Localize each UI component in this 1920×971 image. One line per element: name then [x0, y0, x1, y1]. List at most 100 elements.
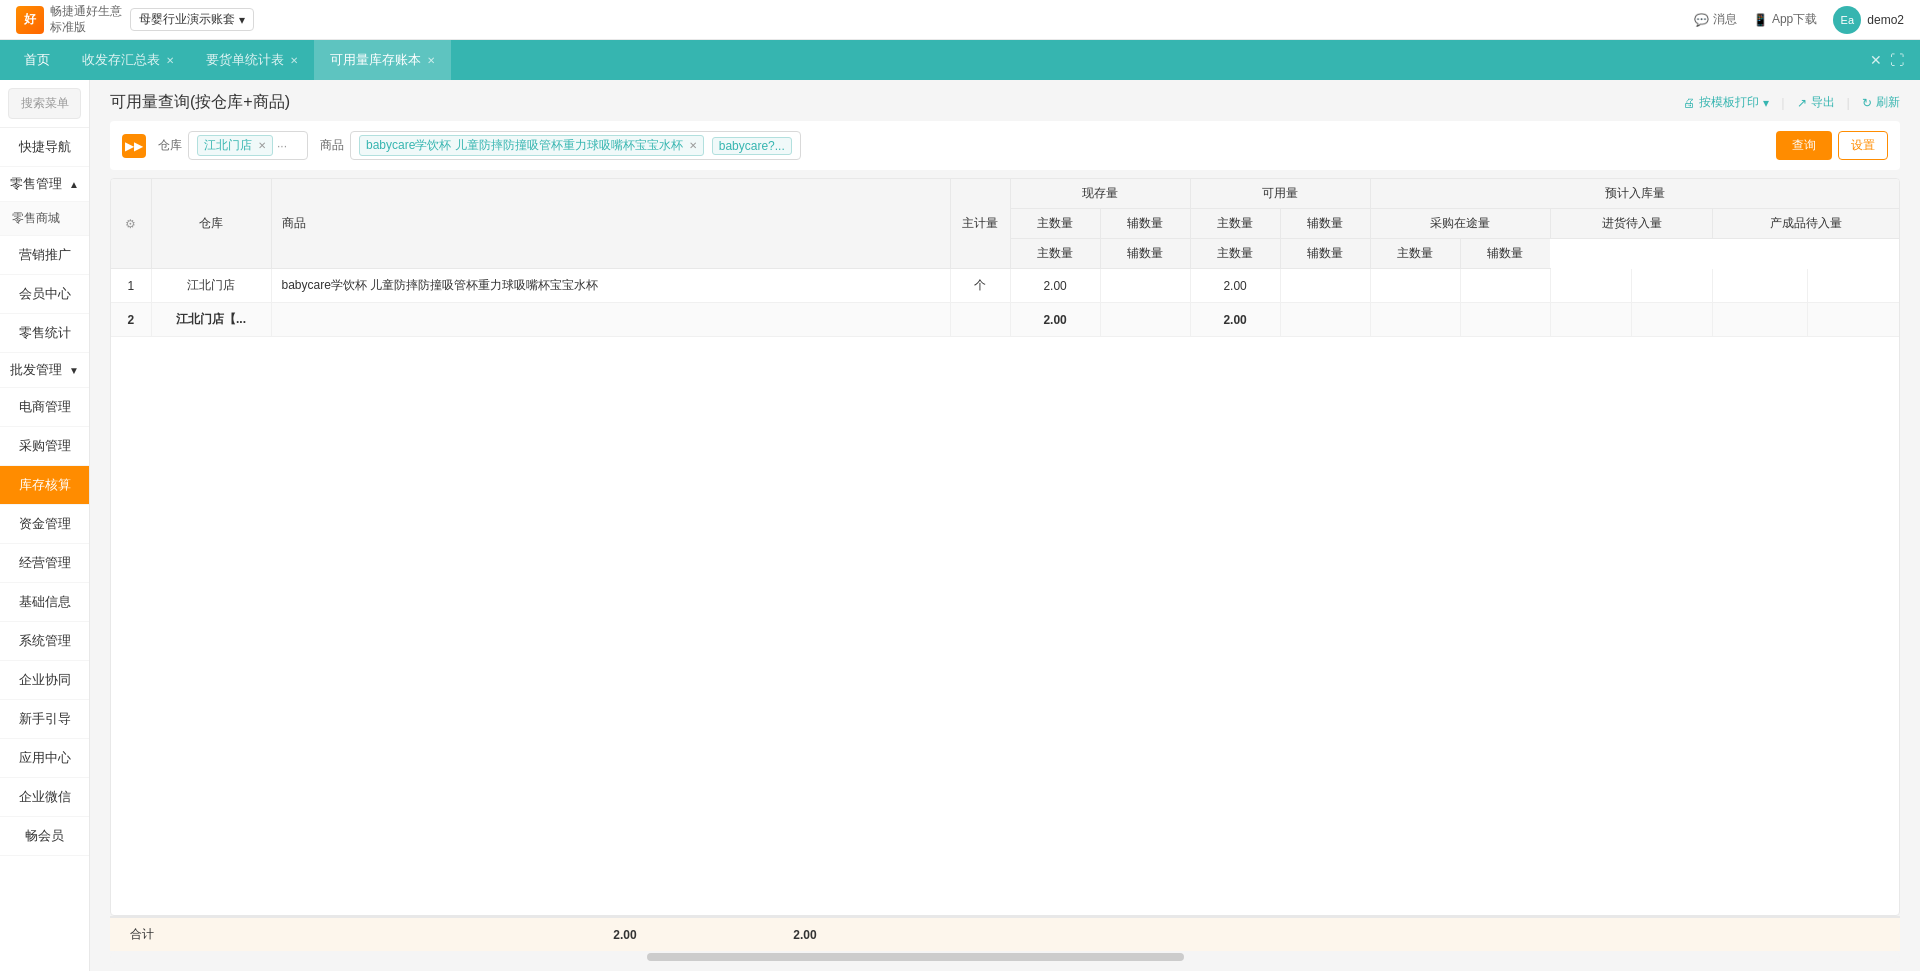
- export-btn[interactable]: ↗ 导出: [1797, 94, 1835, 111]
- sidebar-item-member[interactable]: 会员中心: [0, 275, 89, 314]
- tab-available-stock[interactable]: 可用量库存账本 ✕: [314, 40, 451, 80]
- footer-avail-main: 2.00: [760, 928, 850, 942]
- table-container: ⚙ 仓库 商品 主计量 现存量 可用量 预计入库量 主数量 辅数量 主数量 辅数…: [110, 178, 1900, 916]
- sidebar-item-system[interactable]: 系统管理: [0, 622, 89, 661]
- nav-expand-btn[interactable]: ⛶: [1890, 52, 1904, 68]
- sidebar-item-operations[interactable]: 经营管理: [0, 544, 89, 583]
- cell-warehouse: 江北门店: [151, 269, 271, 303]
- cell-pt-main: [1370, 269, 1460, 303]
- th-ip-main: 主数量: [1190, 239, 1280, 269]
- product-input[interactable]: babycare学饮杯 儿童防摔防撞吸管杯重力球吸嘴杯宝宝水杯 ✕ babyca…: [350, 131, 801, 160]
- cell-fp-aux-sub: [1807, 303, 1899, 337]
- sidebar-item-finance[interactable]: 资金管理: [0, 505, 89, 544]
- cell-pt-main-sub: [1370, 303, 1460, 337]
- expand-filter-btn[interactable]: ▶▶: [122, 134, 146, 158]
- table-footer: 合计 2.00 2.00: [110, 916, 1900, 951]
- chevron-down-icon: ▾: [239, 13, 245, 27]
- nav-close-btn[interactable]: ✕: [1870, 52, 1882, 68]
- table-row: 1 江北门店 babycare学饮杯 儿童防摔防撞吸管杯重力球吸嘴杯宝宝水杯 个…: [111, 269, 1899, 303]
- search-menu-btn[interactable]: 搜索菜单: [8, 88, 81, 119]
- cell-stock-aux-sub: [1100, 303, 1190, 337]
- more-warehouses-btn[interactable]: ···: [277, 139, 287, 153]
- industry-selector[interactable]: 母婴行业演示账套 ▾: [130, 8, 254, 31]
- warehouse-filter: 仓库 江北门店 ✕ ···: [158, 131, 308, 160]
- print-btn[interactable]: 🖨 按模板打印 ▾: [1683, 94, 1769, 111]
- logo-icon: 好: [16, 6, 44, 34]
- cell-unit-subtotal: [950, 303, 1010, 337]
- chevron-icon: ▼: [69, 365, 79, 376]
- th-available-group: 可用量: [1190, 179, 1370, 209]
- nav-actions: ✕ ⛶: [1862, 40, 1912, 80]
- nav-spacer: [451, 40, 1862, 80]
- tab-label: 要货单统计表: [206, 51, 284, 69]
- sidebar: 搜索菜单 快捷导航 零售管理 ▲ 零售商城 营销推广 会员中心 零售统计 批发管…: [0, 80, 90, 971]
- main-layout: 搜索菜单 快捷导航 零售管理 ▲ 零售商城 营销推广 会员中心 零售统计 批发管…: [0, 80, 1920, 971]
- sidebar-item-basic-info[interactable]: 基础信息: [0, 583, 89, 622]
- sidebar-item-vip[interactable]: 畅会员: [0, 817, 89, 856]
- top-bar: 好 畅捷通好生意 标准版 母婴行业演示账套 ▾ 💬 消息 📱 App下载 Ea …: [0, 0, 1920, 40]
- avatar: Ea: [1833, 6, 1861, 34]
- tab-close-receive-pay[interactable]: ✕: [166, 55, 174, 66]
- product-label: 商品: [320, 137, 344, 154]
- cell-ip-main: [1550, 269, 1631, 303]
- sidebar-item-retail-mall[interactable]: 零售商城: [0, 202, 89, 236]
- export-icon: ↗: [1797, 96, 1807, 110]
- th-ip-aux: 辅数量: [1280, 239, 1370, 269]
- horizontal-scrollbar[interactable]: [110, 951, 1900, 963]
- sidebar-item-wholesale[interactable]: 批发管理 ▼: [0, 353, 89, 388]
- sidebar-item-retail[interactable]: 零售管理 ▲: [0, 167, 89, 202]
- refresh-btn[interactable]: ↻ 刷新: [1862, 94, 1900, 111]
- sidebar-item-wechat[interactable]: 企业微信: [0, 778, 89, 817]
- th-pt-main: 主数量: [1010, 239, 1100, 269]
- cell-stock-aux: [1100, 269, 1190, 303]
- table-body: 1 江北门店 babycare学饮杯 儿童防摔防撞吸管杯重力球吸嘴杯宝宝水杯 个…: [111, 269, 1899, 337]
- th-available-aux: 辅数量: [1280, 209, 1370, 239]
- message-btn[interactable]: 💬 消息: [1694, 11, 1737, 28]
- scroll-thumb[interactable]: [647, 953, 1184, 961]
- content-area: 可用量查询(按仓库+商品) 🖨 按模板打印 ▾ | ↗ 导出 | ↻ 刷新: [90, 80, 1920, 971]
- remove-warehouse-tag[interactable]: ✕: [258, 140, 266, 151]
- sidebar-item-inventory[interactable]: 库存核算: [0, 466, 89, 505]
- th-pt-aux: 辅数量: [1100, 239, 1190, 269]
- tab-home[interactable]: 首页: [8, 40, 66, 80]
- sidebar-item-new-guide[interactable]: 新手引导: [0, 700, 89, 739]
- sidebar-item-marketing[interactable]: 营销推广: [0, 236, 89, 275]
- filter-area: ▶▶ 仓库 江北门店 ✕ ··· 商品 babycare学饮杯 儿童防摔防撞吸管…: [110, 121, 1900, 170]
- th-finished-pending: 产成品待入量: [1713, 209, 1899, 239]
- cell-avail-aux-sub: [1280, 303, 1370, 337]
- tab-close-order-stats[interactable]: ✕: [290, 55, 298, 66]
- cell-warehouse-subtotal: 江北门店【...: [151, 303, 271, 337]
- app-download-btn[interactable]: 📱 App下载: [1753, 11, 1817, 28]
- cell-product: babycare学饮杯 儿童防摔防撞吸管杯重力球吸嘴杯宝宝水杯: [271, 269, 950, 303]
- tab-close-available-stock[interactable]: ✕: [427, 55, 435, 66]
- th-unit: 主计量: [950, 179, 1010, 269]
- sidebar-item-app-center[interactable]: 应用中心: [0, 739, 89, 778]
- remove-product-tag-1[interactable]: ✕: [689, 140, 697, 151]
- sidebar-item-purchase[interactable]: 采购管理: [0, 427, 89, 466]
- sidebar-item-ecommerce[interactable]: 电商管理: [0, 388, 89, 427]
- sidebar-item-retail-stats[interactable]: 零售统计: [0, 314, 89, 353]
- sidebar-item-quick-nav[interactable]: 快捷导航: [0, 128, 89, 167]
- tab-order-stats[interactable]: 要货单统计表 ✕: [190, 40, 314, 80]
- message-icon: 💬: [1694, 13, 1709, 27]
- query-button[interactable]: 查询: [1776, 131, 1832, 160]
- cell-ip-main-sub: [1550, 303, 1631, 337]
- tab-receive-pay[interactable]: 收发存汇总表 ✕: [66, 40, 190, 80]
- th-warehouse: 仓库: [151, 179, 271, 269]
- th-stock-main: 主数量: [1010, 209, 1100, 239]
- cell-fp-main: [1713, 269, 1807, 303]
- cell-pt-aux-sub: [1460, 303, 1550, 337]
- settings-button[interactable]: 设置: [1838, 131, 1888, 160]
- warehouse-tag: 江北门店 ✕: [197, 135, 273, 156]
- footer-label: 合计: [120, 926, 580, 943]
- warehouse-input[interactable]: 江北门店 ✕ ···: [188, 131, 308, 160]
- cell-stock-main: 2.00: [1010, 269, 1100, 303]
- page-actions: 🖨 按模板打印 ▾ | ↗ 导出 | ↻ 刷新: [1683, 94, 1900, 111]
- page-title: 可用量查询(按仓库+商品): [110, 92, 290, 113]
- settings-icon[interactable]: ⚙: [125, 217, 136, 231]
- inventory-table: ⚙ 仓库 商品 主计量 现存量 可用量 预计入库量 主数量 辅数量 主数量 辅数…: [111, 179, 1899, 337]
- filter-actions: 查询 设置: [1776, 131, 1888, 160]
- th-available-main: 主数量: [1190, 209, 1280, 239]
- sidebar-item-enterprise[interactable]: 企业协同: [0, 661, 89, 700]
- tab-label: 收发存汇总表: [82, 51, 160, 69]
